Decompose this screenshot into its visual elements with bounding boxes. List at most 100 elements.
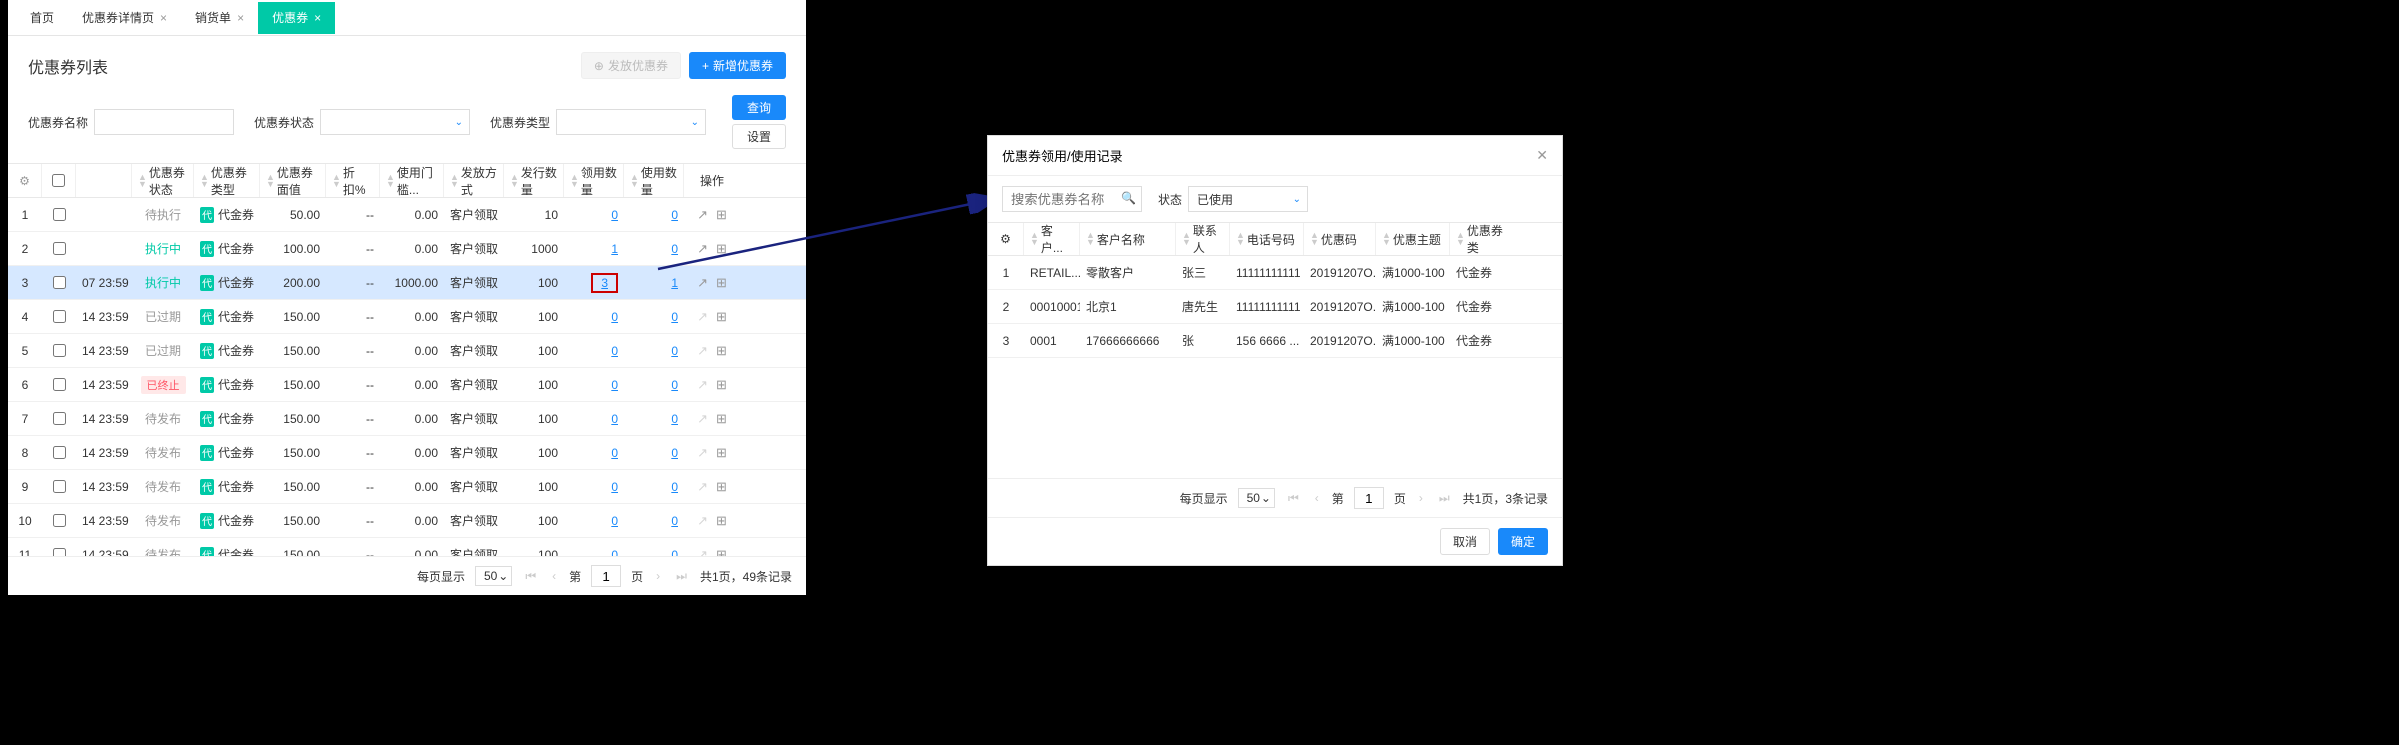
cell-claim[interactable]: 0 [564,514,624,528]
col-face[interactable]: ▲▼优惠券面值 [260,164,326,197]
prev-page-icon[interactable]: ‹ [549,569,559,583]
row-checkbox[interactable] [42,276,76,289]
col-disc[interactable]: ▲▼折扣% [326,164,380,197]
share-icon[interactable]: ↗ [697,445,708,461]
col-time[interactable] [76,164,132,197]
cell-claim[interactable]: 0 [564,344,624,358]
table-row[interactable]: 1RETAIL...零散客户张三1111111111120191207O...满… [988,256,1562,290]
next-page-icon[interactable]: › [653,569,663,583]
select-all-checkbox[interactable] [42,164,76,197]
share-icon[interactable]: ↗ [697,207,708,223]
coupon-name-input[interactable] [94,109,234,135]
modal-per-page-select[interactable]: 50 ⌄ [1238,488,1275,508]
table-row[interactable]: 714 23:59待发布代代金券150.00--0.00客户领取10000↗⊞ [8,402,806,436]
cancel-button[interactable]: 取消 [1440,528,1490,555]
m-col-name[interactable]: ▲▼客户名称 [1080,223,1176,255]
share-icon[interactable]: ↗ [697,275,708,291]
m-col-type[interactable]: ▲▼优惠券类 [1450,223,1510,255]
cell-claim[interactable]: 0 [564,310,624,324]
qrcode-icon[interactable]: ⊞ [716,343,727,359]
per-page-select[interactable]: 50 ⌄ [475,566,512,586]
search-icon[interactable]: 🔍 [1121,191,1136,205]
col-method[interactable]: ▲▼发放方式 [444,164,504,197]
cell-use[interactable]: 0 [624,242,684,256]
confirm-button[interactable]: 确定 [1498,528,1548,555]
row-checkbox[interactable] [42,378,76,391]
table-row[interactable]: 3000117666666666张156 6666 ...20191207O..… [988,324,1562,358]
status-select[interactable]: ⌄ [320,109,470,135]
cell-use[interactable]: 0 [624,208,684,222]
type-select[interactable]: ⌄ [556,109,706,135]
issue-coupon-button[interactable]: ⊕ 发放优惠券 [581,52,681,79]
qrcode-icon[interactable]: ⊞ [716,241,727,257]
share-icon[interactable]: ↗ [697,411,708,427]
first-page-icon[interactable]: ⏮ [1285,491,1302,506]
qrcode-icon[interactable]: ⊞ [716,377,727,393]
table-row[interactable]: 2执行中代代金券100.00--0.00客户领取100010↗⊞ [8,232,806,266]
tab-销货单[interactable]: 销货单× [181,2,258,34]
gear-icon[interactable]: ⚙ [8,164,42,197]
cell-use[interactable]: 0 [624,412,684,426]
cell-claim[interactable]: 0 [564,548,624,557]
last-page-icon[interactable]: ⏭ [1436,491,1453,506]
cell-use[interactable]: 0 [624,514,684,528]
row-checkbox[interactable] [42,548,76,556]
cell-claim[interactable]: 0 [564,412,624,426]
modal-page-input[interactable] [1354,487,1384,509]
table-row[interactable]: 307 23:59执行中代代金券200.00--1000.00客户领取10031… [8,266,806,300]
add-coupon-button[interactable]: + 新增优惠券 [689,52,786,79]
row-checkbox[interactable] [42,514,76,527]
share-icon[interactable]: ↗ [697,547,708,557]
col-status[interactable]: ▲▼优惠券状态 [132,164,194,197]
col-type[interactable]: ▲▼优惠券类型 [194,164,260,197]
cell-claim[interactable]: 0 [564,480,624,494]
settings-button[interactable]: 设置 [732,124,786,149]
table-row[interactable]: 1014 23:59待发布代代金券150.00--0.00客户领取10000↗⊞ [8,504,806,538]
m-col-contact[interactable]: ▲▼联系人 [1176,223,1230,255]
m-col-code[interactable]: ▲▼客户... [1024,223,1080,255]
table-row[interactable]: 414 23:59已过期代代金券150.00--0.00客户领取10000↗⊞ [8,300,806,334]
modal-status-select[interactable]: 已使用⌄ [1188,186,1308,212]
table-row[interactable]: 814 23:59待发布代代金券150.00--0.00客户领取10000↗⊞ [8,436,806,470]
qrcode-icon[interactable]: ⊞ [716,207,727,223]
qrcode-icon[interactable]: ⊞ [716,309,727,325]
qrcode-icon[interactable]: ⊞ [716,547,727,557]
row-checkbox[interactable] [42,242,76,255]
row-checkbox[interactable] [42,480,76,493]
tab-优惠券详情页[interactable]: 优惠券详情页× [68,2,181,34]
qrcode-icon[interactable]: ⊞ [716,275,727,291]
first-page-icon[interactable]: ⏮ [522,569,539,584]
last-page-icon[interactable]: ⏭ [673,569,690,584]
prev-page-icon[interactable]: ‹ [1312,491,1322,505]
next-page-icon[interactable]: › [1416,491,1426,505]
cell-claim[interactable]: 0 [564,446,624,460]
row-checkbox[interactable] [42,208,76,221]
close-icon[interactable]: × [314,11,321,25]
qrcode-icon[interactable]: ⊞ [716,513,727,529]
share-icon[interactable]: ↗ [697,309,708,325]
query-button[interactable]: 查询 [732,95,786,120]
cell-use[interactable]: 0 [624,310,684,324]
cell-claim[interactable]: 0 [564,208,624,222]
col-use[interactable]: ▲▼使用数量 [624,164,684,197]
table-row[interactable]: 200010001北京1唐先生1111111111120191207O...满1… [988,290,1562,324]
close-icon[interactable]: × [160,11,167,25]
table-row[interactable]: 914 23:59待发布代代金券150.00--0.00客户领取10000↗⊞ [8,470,806,504]
qrcode-icon[interactable]: ⊞ [716,479,727,495]
row-checkbox[interactable] [42,310,76,323]
share-icon[interactable]: ↗ [697,241,708,257]
cell-use[interactable]: 0 [624,446,684,460]
cell-use[interactable]: 1 [624,276,684,290]
row-checkbox[interactable] [42,412,76,425]
table-row[interactable]: 614 23:59已终止代代金券150.00--0.00客户领取10000↗⊞ [8,368,806,402]
page-input[interactable] [591,565,621,587]
share-icon[interactable]: ↗ [697,479,708,495]
row-checkbox[interactable] [42,446,76,459]
col-thresh[interactable]: ▲▼使用门槛... [380,164,444,197]
cell-use[interactable]: 0 [624,480,684,494]
tab-优惠券[interactable]: 优惠券× [258,2,335,34]
m-col-ccode[interactable]: ▲▼优惠码 [1304,223,1376,255]
col-issue[interactable]: ▲▼发行数量 [504,164,564,197]
qrcode-icon[interactable]: ⊞ [716,411,727,427]
table-row[interactable]: 1待执行代代金券50.00--0.00客户领取1000↗⊞ [8,198,806,232]
